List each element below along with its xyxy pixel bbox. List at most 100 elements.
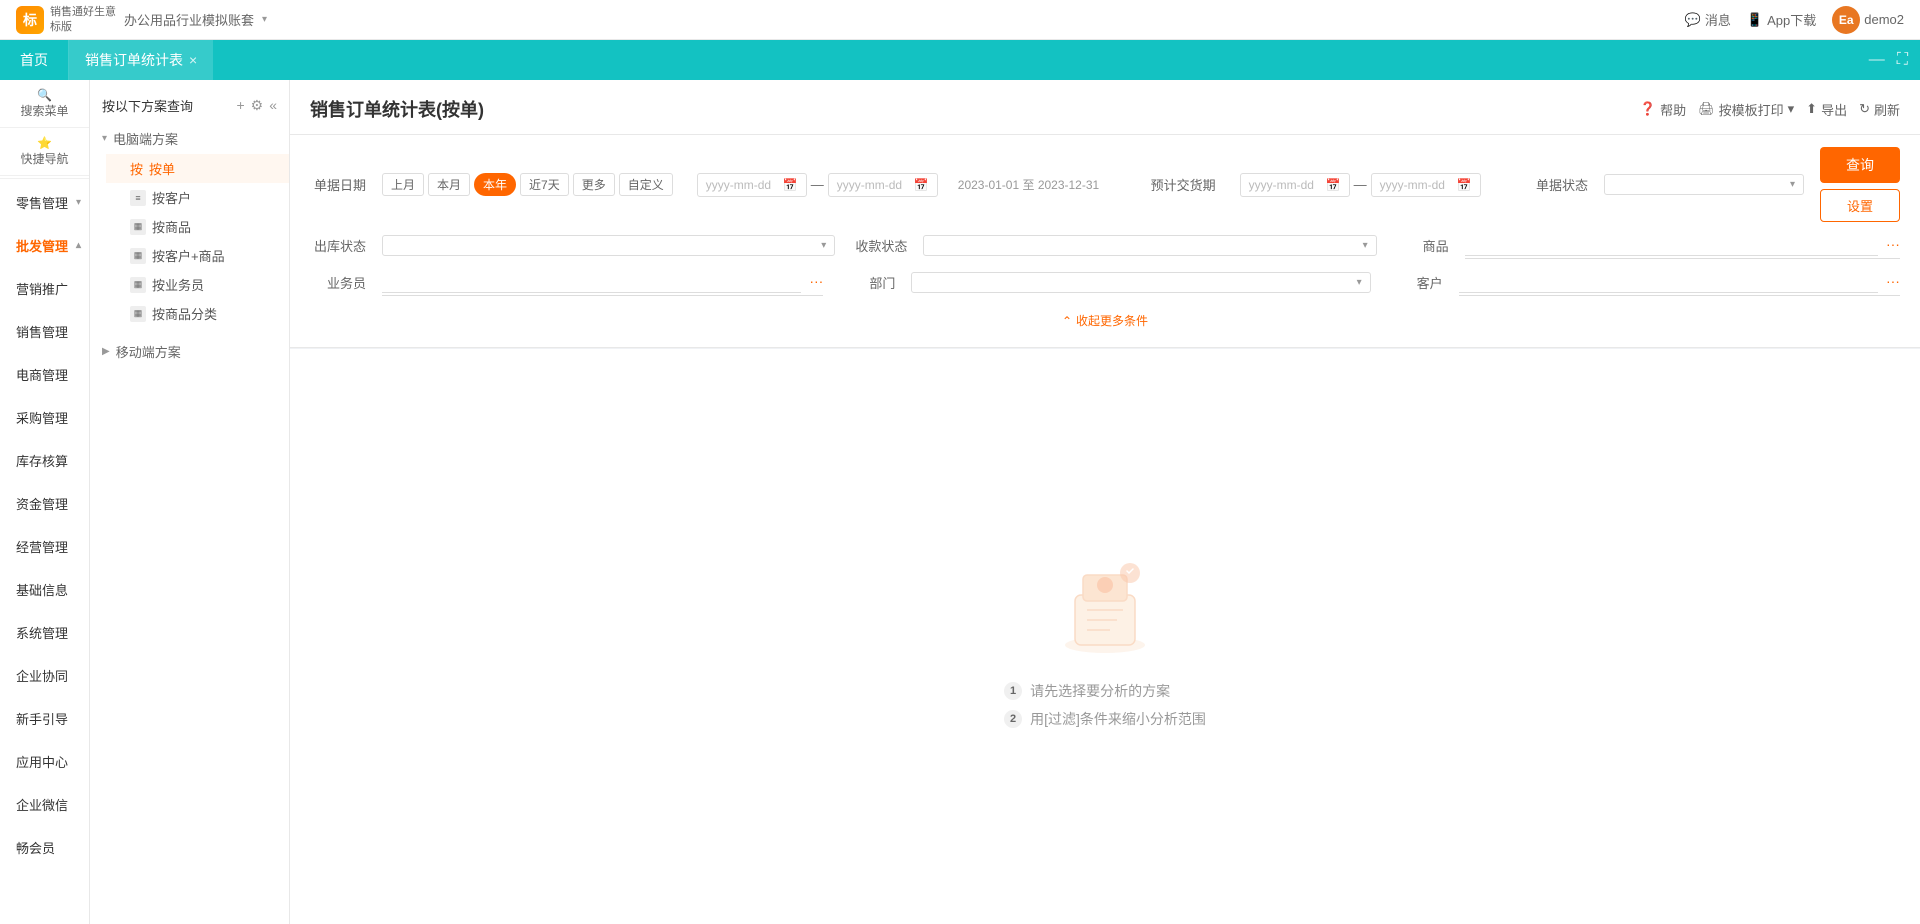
hint-num-1: 1 [1004,682,1022,700]
sidebar-search[interactable]: 🔍 搜索菜单 [0,80,89,128]
date-btn-this-year[interactable]: 本年 [474,173,516,196]
setting-button[interactable]: 设置 [1820,189,1900,222]
sidebar-item-purchase[interactable]: 采购管理 [0,396,89,439]
tree-item-by-category[interactable]: ▦ 按商品分类 [106,299,289,328]
tree-category-mobile[interactable]: ▶ 移动端方案 [90,336,289,367]
sidebar-item-inventory[interactable]: 库存核算 [0,439,89,482]
receipt-status-arrow-icon: ▾ [1363,240,1368,251]
filter-row-3: 业务员 ··· 部门 ▾ 客户 ··· [310,269,1900,296]
date-btn-custom[interactable]: 自定义 [619,173,673,196]
goods-input-section: ··· [1465,232,1900,259]
maximize-icon[interactable]: ⛶ [1897,51,1908,69]
sidebar-item-wechat[interactable]: 企业微信 [0,783,89,826]
sidebar-item-operations[interactable]: 经营管理 [0,525,89,568]
date-btn-this-month[interactable]: 本月 [428,173,470,196]
tree-item-by-order[interactable]: 按 按单 [106,154,289,183]
doc-status-select[interactable]: ▾ [1604,174,1804,195]
sidebar-item-ecommerce[interactable]: 电商管理 [0,353,89,396]
tab-bar: 首页 销售订单统计表 × — ⛶ [0,40,1920,80]
out-status-select[interactable]: ▾ [382,235,835,256]
out-status-label: 出库状态 [310,236,366,255]
expected-to-input[interactable]: yyyy-mm-dd 📅 [1371,173,1481,197]
sidebar-item-guide[interactable]: 新手引导 [0,697,89,740]
sidebar-item-wholesale-label: 批发管理 [16,236,68,255]
sidebar: 🔍 搜索菜单 ⭐ 快捷导航 零售管理 ▾ 批发管理 ▴ 营销推广 销售管理 电商… [0,80,90,924]
tab-close-icon[interactable]: × [189,52,197,68]
export-label: 导出 [1821,100,1847,119]
minimize-icon[interactable]: — [1869,51,1885,69]
sidebar-item-finance-label: 资金管理 [16,494,68,513]
sidebar-item-purchase-label: 采购管理 [16,408,68,427]
sidebar-item-guide-label: 新手引导 [16,709,68,728]
sidebar-item-marketing-label: 营销推广 [16,279,68,298]
doc-status-arrow-icon: ▾ [1790,179,1795,190]
sidebar-nav-label: 快捷导航 [0,150,89,167]
template-print-btn[interactable]: 🖨 按模板打印 ▾ [1698,100,1794,119]
tab-home[interactable]: 首页 [0,40,69,80]
sidebar-nav[interactable]: ⭐ 快捷导航 [0,128,89,176]
app-download-action[interactable]: 📱 App下载 [1747,10,1816,29]
dept-label: 部门 [839,273,895,292]
help-btn[interactable]: ❓ 帮助 [1640,100,1686,119]
tab-home-label: 首页 [20,50,48,70]
date-from-input[interactable]: yyyy-mm-dd 📅 [697,173,807,197]
tree-item-by-cust-goods[interactable]: ▦ 按客户+商品 [106,241,289,270]
query-action-area: 查询 设置 [1820,147,1900,222]
tab-active[interactable]: 销售订单统计表 × [69,40,213,80]
tree-item-by-salesperson[interactable]: ▦ 按业务员 [106,270,289,299]
receipt-status-select[interactable]: ▾ [923,235,1376,256]
sidebar-item-marketing[interactable]: 营销推广 [0,267,89,310]
date-btn-7days[interactable]: 近7天 [520,173,569,196]
sidebar-item-operations-label: 经营管理 [16,537,68,556]
refresh-icon: ↻ [1859,101,1870,117]
customer-input-section: ··· [1459,269,1900,296]
sidebar-item-member[interactable]: 畅会员 [0,826,89,869]
collapse-filter-btn[interactable]: ⌃ 收起更多条件 [310,306,1900,335]
filter-area: 单据日期 上月 本月 本年 近7天 更多 自定义 yyyy-mm-dd 📅 — [290,135,1920,348]
sidebar-item-retail[interactable]: 零售管理 ▾ [0,181,89,224]
collapse-panel-icon[interactable]: « [269,97,277,114]
salesperson-ellipsis-icon[interactable]: ··· [809,273,823,289]
exp-to-placeholder: yyyy-mm-dd [1380,178,1445,192]
expected-from-input[interactable]: yyyy-mm-dd 📅 [1240,173,1350,197]
sidebar-item-system[interactable]: 系统管理 [0,611,89,654]
date-to-input[interactable]: yyyy-mm-dd 📅 [828,173,938,197]
sidebar-item-wholesale-arrow: ▴ [76,240,81,251]
date-btn-last-month[interactable]: 上月 [382,173,424,196]
expected-date-range: yyyy-mm-dd 📅 — yyyy-mm-dd 📅 [1240,173,1481,197]
customer-ellipsis-icon[interactable]: ··· [1886,273,1900,289]
sidebar-item-appcenter[interactable]: 应用中心 [0,740,89,783]
sidebar-item-wholesale[interactable]: 批发管理 ▴ [0,224,89,267]
tree-item-by-customer[interactable]: ≡ 按客户 [106,183,289,212]
customer-input[interactable] [1459,269,1878,293]
sidebar-item-finance[interactable]: 资金管理 [0,482,89,525]
refresh-btn[interactable]: ↻ 刷新 [1859,100,1900,119]
add-scheme-icon[interactable]: + [236,97,244,114]
exp-calendar-from-icon: 📅 [1326,178,1341,192]
tree-expand-mobile-icon: ▶ [102,346,110,357]
goods-input[interactable] [1465,232,1878,256]
settings-scheme-icon[interactable]: ⚙ [251,97,264,114]
user-action[interactable]: Ea demo2 [1832,6,1904,34]
export-btn[interactable]: ⬆ 导出 [1806,100,1847,119]
date-from-placeholder: yyyy-mm-dd [706,178,771,192]
date-btn-more[interactable]: 更多 [573,173,615,196]
goods-ellipsis-icon[interactable]: ··· [1886,236,1900,252]
app-download-label: App下载 [1767,10,1816,29]
date-range-input: yyyy-mm-dd 📅 — yyyy-mm-dd 📅 [697,173,938,197]
tree-item-by-goods[interactable]: ▦ 按商品 [106,212,289,241]
sidebar-item-member-label: 畅会员 [16,838,55,857]
dept-select[interactable]: ▾ [911,272,1370,293]
message-action[interactable]: 💬 消息 [1685,10,1731,29]
tree-icon-by-cust-goods: ▦ [130,248,146,264]
breadcrumb[interactable]: 办公用品行业模拟账套 ▾ [124,10,267,29]
collapse-chevron-icon: ⌃ [1062,314,1072,328]
sidebar-item-collab[interactable]: 企业协同 [0,654,89,697]
query-button[interactable]: 查询 [1820,147,1900,183]
sidebar-item-basic[interactable]: 基础信息 [0,568,89,611]
salesperson-input[interactable] [382,269,801,293]
empty-state: 1 请先选择要分析的方案 2 用[过滤]条件来缩小分析范围 [290,349,1920,924]
sidebar-item-sales[interactable]: 销售管理 [0,310,89,353]
sidebar-item-retail-arrow: ▾ [76,197,81,208]
tree-category-pc[interactable]: ▾ 电脑端方案 [90,123,289,154]
